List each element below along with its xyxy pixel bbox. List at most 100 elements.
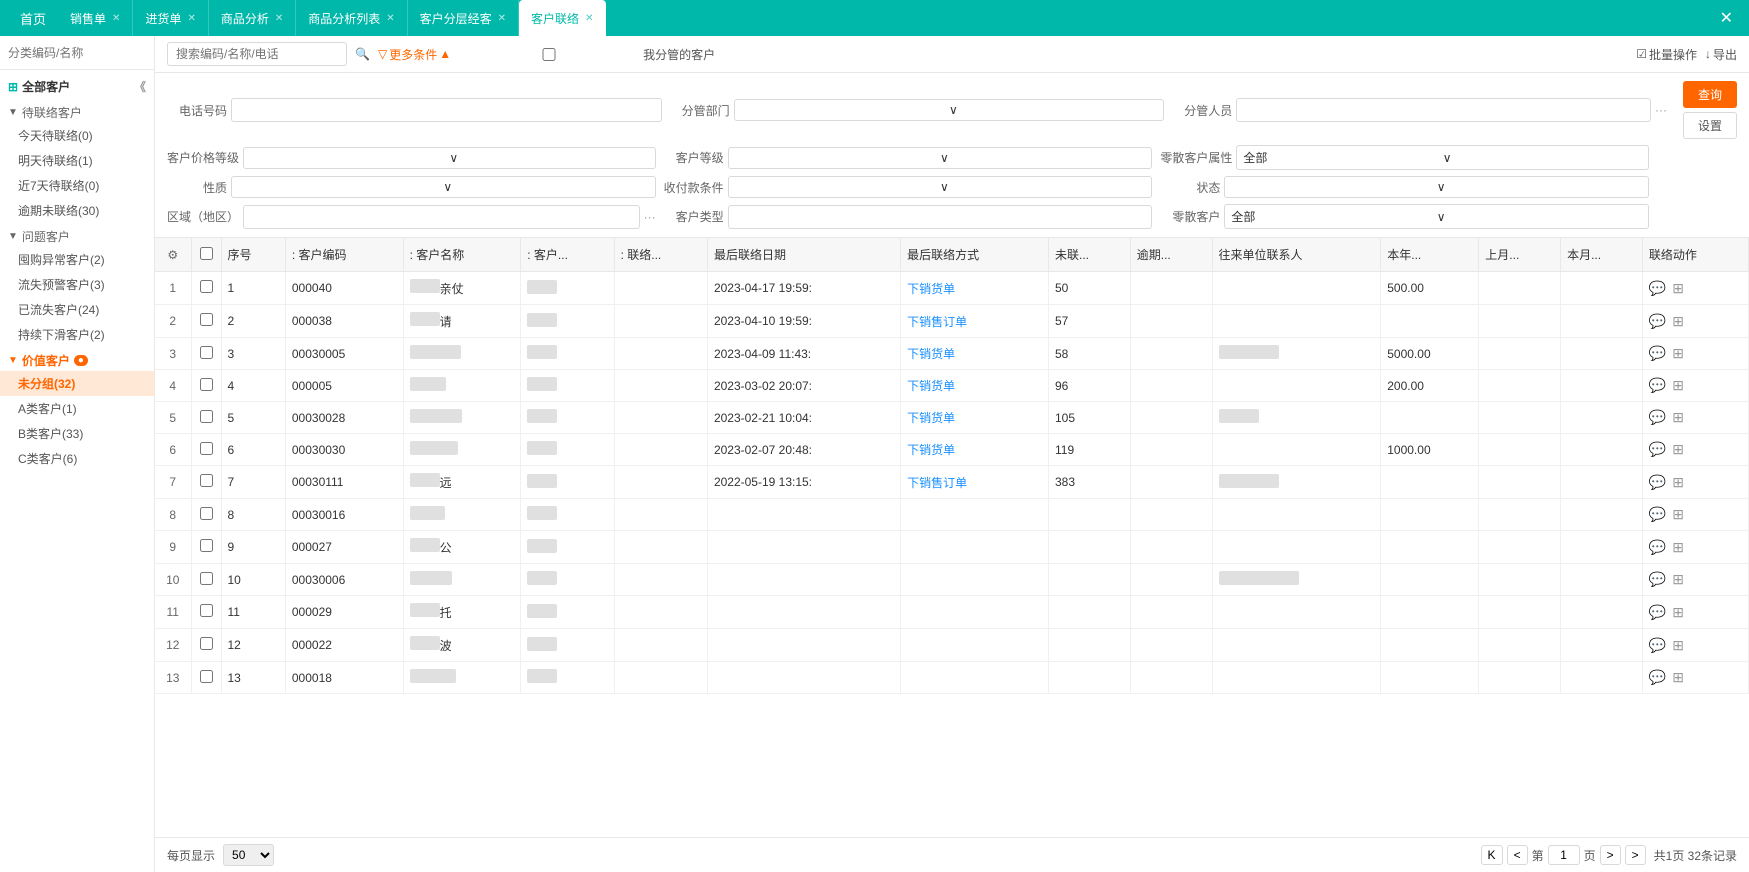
nav-tab-product-analysis[interactable]: 商品分析 ✕ [209,0,296,36]
sidebar-group-pending[interactable]: ▼ 待联络客户 [0,99,154,123]
chat-icon[interactable]: 💬 [1649,441,1666,458]
row-checkbox[interactable] [200,507,213,520]
region-more-icon[interactable]: ··· [644,210,656,224]
menu-icon[interactable]: ⊞ [1672,409,1684,426]
row-checkbox[interactable] [200,637,213,650]
sidebar-item-abnormal[interactable]: 囤购异常客户(2) [0,247,154,272]
last-method-link[interactable]: 下销售订单 [907,315,967,329]
nature-select[interactable]: ∨ [231,176,656,198]
menu-icon[interactable]: ⊞ [1672,441,1684,458]
sidebar-item-churn-warning[interactable]: 流失预警客户(3) [0,272,154,297]
chat-icon[interactable]: 💬 [1649,345,1666,362]
retail-customer-select[interactable]: 全部 ∨ [1224,204,1649,229]
row-checkbox[interactable] [200,378,213,391]
sidebar-item-class-b[interactable]: B类客户(33) [0,421,154,446]
menu-icon[interactable]: ⊞ [1672,669,1684,686]
last-method-link[interactable]: 下销货单 [907,379,955,393]
close-tab-seg-icon[interactable]: ✕ [498,13,506,24]
chat-icon[interactable]: 💬 [1649,571,1666,588]
dept-select[interactable]: ∨ [734,99,1165,121]
customer-level-select[interactable]: ∨ [728,147,1153,169]
row-checkbox[interactable] [200,442,213,455]
menu-icon[interactable]: ⊞ [1672,280,1684,297]
row-checkbox[interactable] [200,474,213,487]
last-method-link[interactable]: 下销货单 [907,411,955,425]
search-input[interactable] [167,42,347,66]
chat-icon[interactable]: 💬 [1649,280,1666,297]
retail-attr-select[interactable]: 全部 ∨ [1236,145,1649,170]
prev-page-btn[interactable]: < [1507,845,1528,865]
sidebar-search-input[interactable] [8,46,155,60]
nav-tab-product-list[interactable]: 商品分析列表 ✕ [296,0,407,36]
menu-icon[interactable]: ⊞ [1672,604,1684,621]
row-checkbox[interactable] [200,346,213,359]
th-settings[interactable]: ⚙ [155,238,191,272]
chat-icon[interactable]: 💬 [1649,474,1666,491]
menu-icon[interactable]: ⊞ [1672,637,1684,654]
chat-icon[interactable]: 💬 [1649,313,1666,330]
chat-icon[interactable]: 💬 [1649,506,1666,523]
chat-icon[interactable]: 💬 [1649,377,1666,394]
chat-icon[interactable]: 💬 [1649,669,1666,686]
next-page-btn[interactable]: > [1600,845,1621,865]
row-checkbox[interactable] [200,572,213,585]
page-number-input[interactable] [1548,845,1580,865]
last-page-btn[interactable]: > [1625,845,1646,865]
filter-search-icon[interactable]: 🔍 [355,47,370,61]
last-method-link[interactable]: 下销售订单 [907,476,967,490]
close-tab-product-list-icon[interactable]: ✕ [386,13,394,24]
sidebar-group-problem[interactable]: ▼ 问题客户 [0,223,154,247]
menu-icon[interactable]: ⊞ [1672,313,1684,330]
sidebar-item-ungroup[interactable]: 未分组(32) [0,371,154,396]
sidebar-item-tomorrow[interactable]: 明天待联络(1) [0,148,154,173]
close-tab-sales-icon[interactable]: ✕ [112,13,120,24]
window-close-button[interactable]: ✕ [1712,8,1741,28]
row-checkbox[interactable] [200,410,213,423]
chat-icon[interactable]: 💬 [1649,637,1666,654]
last-method-link[interactable]: 下销货单 [907,443,955,457]
row-checkbox[interactable] [200,539,213,552]
menu-icon[interactable]: ⊞ [1672,345,1684,362]
row-checkbox[interactable] [200,670,213,683]
price-level-select[interactable]: ∨ [243,147,656,169]
more-conditions-btn[interactable]: ▽ 更多条件 ▲ [378,46,451,63]
sidebar-group-value[interactable]: ▼ 价值客户 ● [0,347,154,371]
query-button[interactable]: 查询 [1683,81,1737,108]
my-customers-filter[interactable]: 我分管的客户 [459,46,715,63]
collapse-icon[interactable]: 《 [134,78,146,95]
sidebar-item-today[interactable]: 今天待联络(0) [0,123,154,148]
last-method-link[interactable]: 下销货单 [907,282,955,296]
menu-icon[interactable]: ⊞ [1672,571,1684,588]
menu-icon[interactable]: ⊞ [1672,539,1684,556]
sidebar-item-class-a[interactable]: A类客户(1) [0,396,154,421]
first-page-btn[interactable]: K [1481,845,1503,865]
row-checkbox[interactable] [200,604,213,617]
manager-more-icon[interactable]: ··· [1655,103,1667,117]
menu-icon[interactable]: ⊞ [1672,506,1684,523]
region-input[interactable] [243,205,640,229]
chat-icon[interactable]: 💬 [1649,539,1666,556]
chat-icon[interactable]: 💬 [1649,409,1666,426]
sidebar-item-declining[interactable]: 持续下滑客户(2) [0,322,154,347]
manager-input[interactable] [1236,98,1651,122]
sidebar-item-7days[interactable]: 近7天待联络(0) [0,173,154,198]
reset-button[interactable]: 设置 [1683,112,1737,139]
export-btn[interactable]: ↓ 导出 [1705,46,1737,63]
close-tab-contact-icon[interactable]: ✕ [585,13,593,24]
last-method-link[interactable]: 下销货单 [907,347,955,361]
row-checkbox[interactable] [200,313,213,326]
menu-icon[interactable]: ⊞ [1672,377,1684,394]
sidebar-item-class-c[interactable]: C类客户(6) [0,446,154,471]
row-checkbox[interactable] [200,280,213,293]
chat-icon[interactable]: 💬 [1649,604,1666,621]
status-select[interactable]: ∨ [1224,176,1649,198]
sidebar-all-customers[interactable]: ⊞ 全部客户 《 [0,70,154,99]
customer-type-input[interactable] [728,205,1153,229]
nav-tab-sales[interactable]: 销售单 ✕ [58,0,133,36]
nav-tab-customer-contact[interactable]: 客户联络 ✕ [519,0,606,36]
sidebar-item-overdue-contact[interactable]: 逾期未联络(30) [0,198,154,223]
close-tab-purchase-icon[interactable]: ✕ [187,13,195,24]
per-page-select[interactable]: 50 20 100 [223,844,274,866]
select-all-checkbox[interactable] [200,247,213,260]
nav-tab-customer-seg[interactable]: 客户分层经客 ✕ [408,0,519,36]
